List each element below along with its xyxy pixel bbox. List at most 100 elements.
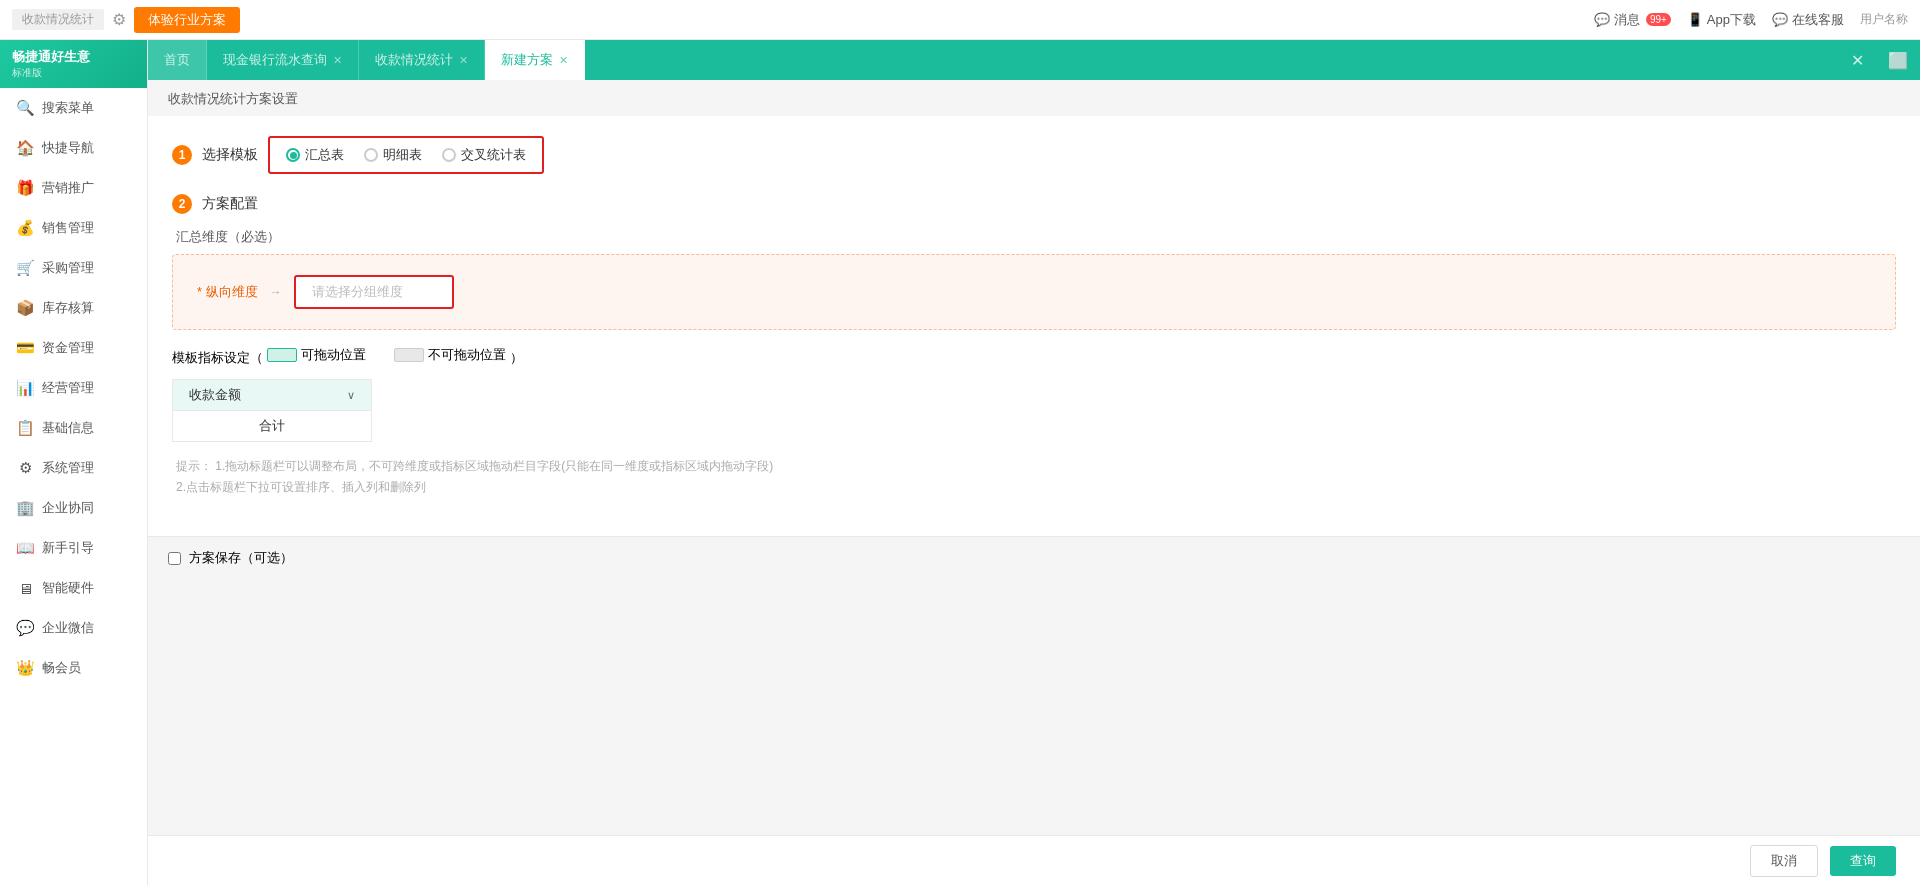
gear-icon[interactable]: ⚙ (112, 10, 126, 29)
system-icon: ⚙ (16, 459, 34, 477)
radio-summary[interactable] (286, 148, 300, 162)
dim-row: * 纵向维度 → 请选择分组维度 (197, 275, 1871, 309)
sidebar-item-basic-info[interactable]: 📋 基础信息 (0, 408, 147, 448)
indicator-sum-cell: 合计 (173, 411, 371, 441)
chevron-down-icon[interactable]: ∨ (347, 389, 355, 402)
step2-title: 方案配置 (202, 195, 258, 213)
sidebar-item-enterprise[interactable]: 🏢 企业协同 (0, 488, 147, 528)
template-option-detail[interactable]: 明细表 (364, 146, 422, 164)
step2-section: 2 方案配置 汇总维度（必选） * 纵向维度 → 请选择分组维度 (172, 194, 1896, 496)
sidebar-item-sales[interactable]: 💰 销售管理 (0, 208, 147, 248)
dim-arrow: → (270, 285, 282, 299)
dim-area: * 纵向维度 → 请选择分组维度 (172, 254, 1896, 330)
radio-cross[interactable] (442, 148, 456, 162)
template-select-box: 汇总表 明细表 交叉统计表 (268, 136, 544, 174)
step1-header: 1 选择模板 汇总表 明细表 (172, 136, 1896, 174)
wechat-icon: 💬 (16, 619, 34, 637)
step1-section: 1 选择模板 汇总表 明细表 (172, 136, 1896, 174)
close-tab-newplan-icon[interactable]: ✕ (559, 54, 568, 67)
user-info[interactable]: 用户名称 (1860, 11, 1908, 28)
sidebar-item-hardware[interactable]: 🖥 智能硬件 (0, 568, 147, 608)
home-icon: 🏠 (16, 139, 34, 157)
enterprise-icon: 🏢 (16, 499, 34, 517)
message-icon: 💬 (1594, 12, 1610, 27)
sidebar-item-search[interactable]: 🔍 搜索菜单 (0, 88, 147, 128)
chart-icon: 📊 (16, 379, 34, 397)
indicator-table: 收款金额 ∨ 合计 (172, 379, 372, 442)
indicator-label: 模板指标设定（ 可拖动位置 不可拖动位置 ） (172, 346, 523, 367)
footer-bar: 取消 查询 (148, 835, 1920, 885)
message-badge: 99+ (1646, 13, 1671, 26)
sidebar-item-member[interactable]: 👑 畅会员 (0, 648, 147, 688)
sidebar-logo: 畅捷通好生意 标准版 (0, 40, 147, 88)
step2-header: 2 方案配置 (172, 194, 1896, 214)
save-checkbox[interactable] (168, 552, 181, 565)
trial-button[interactable]: 体验行业方案 (134, 7, 240, 33)
step1-number: 1 (172, 145, 192, 165)
search-icon: 🔍 (16, 99, 34, 117)
gift-icon: 🎁 (16, 179, 34, 197)
tab-receipt-stats[interactable]: 收款情况统计 ✕ (359, 40, 485, 80)
hardware-icon: 🖥 (16, 580, 34, 597)
tabs-bar: 首页 现金银行流水查询 ✕ 收款情况统计 ✕ 新建方案 ✕ ✕ ⬜ (148, 40, 1920, 80)
logo-tag: 标准版 (12, 66, 90, 80)
message-item[interactable]: 💬 消息 99+ (1594, 11, 1671, 29)
dim-config-label: 汇总维度（必选） (176, 228, 1896, 246)
close-tab-cashflow-icon[interactable]: ✕ (333, 54, 342, 67)
app-icon: 📱 (1687, 12, 1703, 27)
service-icon: 💬 (1772, 12, 1788, 27)
step2-number: 2 (172, 194, 192, 214)
main-card: 1 选择模板 汇总表 明细表 (148, 116, 1920, 536)
tab-cashflow[interactable]: 现金银行流水查询 ✕ (207, 40, 359, 80)
header-left: 收款情况统计 ⚙ 体验行业方案 (12, 7, 240, 33)
sidebar-item-system[interactable]: ⚙ 系统管理 (0, 448, 147, 488)
legend-draggable: 可拖动位置 (267, 346, 366, 364)
tab-home[interactable]: 首页 (148, 40, 207, 80)
tab-window-maximize[interactable]: ⬜ (1876, 51, 1920, 70)
query-button[interactable]: 查询 (1830, 846, 1896, 876)
member-icon: 👑 (16, 659, 34, 677)
tips-section: 提示： 1.拖动标题栏可以调整布局，不可跨维度或指标区域拖动栏目字段(只能在同一… (172, 458, 1896, 496)
sidebar-item-guide[interactable]: 📖 新手引导 (0, 528, 147, 568)
guide-icon: 📖 (16, 539, 34, 557)
tab-new-plan[interactable]: 新建方案 ✕ (485, 40, 585, 80)
dim-select-dropdown[interactable]: 请选择分组维度 (294, 275, 454, 309)
sidebar-item-inventory[interactable]: 📦 库存核算 (0, 288, 147, 328)
template-option-cross[interactable]: 交叉统计表 (442, 146, 526, 164)
sidebar-item-purchase[interactable]: 🛒 采购管理 (0, 248, 147, 288)
save-option-label: 方案保存（可选） (189, 549, 293, 567)
app-download-item[interactable]: 📱 App下载 (1687, 11, 1756, 29)
page-title: 收款情况统计方案设置 (168, 91, 298, 106)
legend-fixed: 不可拖动位置 (394, 346, 506, 364)
sidebar-item-management[interactable]: 📊 经营管理 (0, 368, 147, 408)
cart-icon: 🛒 (16, 259, 34, 277)
step1-title: 选择模板 (202, 146, 258, 164)
info-icon: 📋 (16, 419, 34, 437)
tip-1: 提示： 1.拖动标题栏可以调整布局，不可跨维度或指标区域拖动栏目字段(只能在同一… (176, 458, 1896, 475)
sidebar-item-nav[interactable]: 🏠 快捷导航 (0, 128, 147, 168)
cancel-button[interactable]: 取消 (1750, 845, 1818, 877)
indicator-title-row: 模板指标设定（ 可拖动位置 不可拖动位置 ） (172, 346, 1896, 367)
header-right: 💬 消息 99+ 📱 App下载 💬 在线客服 用户名称 (1594, 11, 1908, 29)
logo-text: 畅捷通好生意 (12, 48, 90, 66)
tab-window-close[interactable]: ✕ (1839, 51, 1876, 70)
save-option-bar: 方案保存（可选） (148, 536, 1920, 579)
inventory-icon: 📦 (16, 299, 34, 317)
legend-draggable-box (267, 348, 297, 362)
radio-detail[interactable] (364, 148, 378, 162)
sidebar-item-marketing[interactable]: 🎁 营销推广 (0, 168, 147, 208)
indicator-section: 模板指标设定（ 可拖动位置 不可拖动位置 ） (172, 346, 1896, 442)
template-option-summary[interactable]: 汇总表 (286, 146, 344, 164)
sidebar-item-wechat[interactable]: 💬 企业微信 (0, 608, 147, 648)
online-service-item[interactable]: 💬 在线客服 (1772, 11, 1844, 29)
header-breadcrumb: 收款情况统计 (12, 9, 104, 30)
legend-fixed-box (394, 348, 424, 362)
main-content: 收款情况统计方案设置 1 选择模板 汇总表 (148, 80, 1920, 835)
sidebar-item-finance[interactable]: 💳 资金管理 (0, 328, 147, 368)
app-header: 收款情况统计 ⚙ 体验行业方案 💬 消息 99+ 📱 App下载 💬 在线客服 … (0, 0, 1920, 40)
close-tab-receipt-icon[interactable]: ✕ (459, 54, 468, 67)
tip-2: 2.点击标题栏下拉可设置排序、插入列和删除列 (176, 479, 1896, 496)
sidebar: 畅捷通好生意 标准版 🔍 搜索菜单 🏠 快捷导航 🎁 营销推广 💰 销售管理 🛒… (0, 40, 148, 885)
sales-icon: 💰 (16, 219, 34, 237)
finance-icon: 💳 (16, 339, 34, 357)
